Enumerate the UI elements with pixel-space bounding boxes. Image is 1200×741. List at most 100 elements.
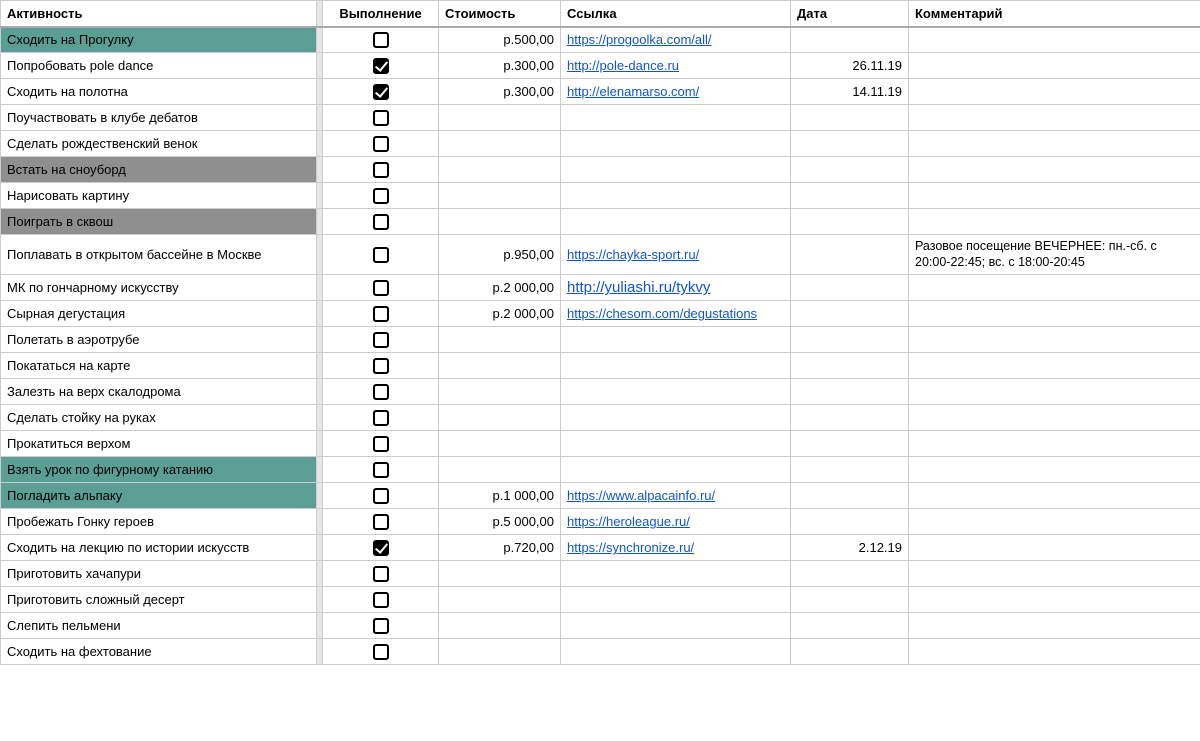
cell-done[interactable] (323, 183, 439, 209)
cell-comment[interactable] (909, 27, 1200, 53)
cell-link[interactable]: https://chayka-sport.ru/ (561, 235, 791, 275)
checkbox-unchecked-icon[interactable] (373, 280, 389, 296)
cell-done[interactable] (323, 483, 439, 509)
cell-date[interactable] (791, 613, 909, 639)
cell-link[interactable] (561, 405, 791, 431)
checkbox-unchecked-icon[interactable] (373, 488, 389, 504)
cell-done[interactable] (323, 301, 439, 327)
cell-link[interactable]: http://elenamarso.com/ (561, 79, 791, 105)
cell-comment[interactable]: Разовое посещение ВЕЧЕРНЕЕ: пн.-сб. с 20… (909, 235, 1200, 275)
cell-comment[interactable] (909, 131, 1200, 157)
cell-comment[interactable] (909, 613, 1200, 639)
cell-comment[interactable] (909, 431, 1200, 457)
cell-comment[interactable] (909, 327, 1200, 353)
cell-date[interactable] (791, 327, 909, 353)
cell-done[interactable] (323, 613, 439, 639)
checkbox-unchecked-icon[interactable] (373, 436, 389, 452)
header-activity[interactable]: Активность (1, 1, 317, 27)
cell-done[interactable] (323, 209, 439, 235)
cell-date[interactable] (791, 105, 909, 131)
cell-link[interactable] (561, 183, 791, 209)
cell-activity[interactable]: Пробежать Гонку героев (1, 509, 317, 535)
cell-comment[interactable] (909, 639, 1200, 665)
cell-link[interactable] (561, 353, 791, 379)
cell-link[interactable] (561, 157, 791, 183)
checkbox-unchecked-icon[interactable] (373, 514, 389, 530)
checkbox-unchecked-icon[interactable] (373, 110, 389, 126)
checkbox-unchecked-icon[interactable] (373, 32, 389, 48)
cell-comment[interactable] (909, 379, 1200, 405)
cell-cost[interactable]: р.2 000,00 (439, 275, 561, 301)
checkbox-unchecked-icon[interactable] (373, 618, 389, 634)
cell-link[interactable] (561, 327, 791, 353)
cell-date[interactable] (791, 379, 909, 405)
cell-cost[interactable] (439, 639, 561, 665)
checkbox-unchecked-icon[interactable] (373, 247, 389, 263)
cell-activity[interactable]: Покататься на карте (1, 353, 317, 379)
cell-done[interactable] (323, 405, 439, 431)
cell-date[interactable] (791, 457, 909, 483)
cell-cost[interactable] (439, 183, 561, 209)
cell-comment[interactable] (909, 535, 1200, 561)
cell-date[interactable] (791, 209, 909, 235)
cell-comment[interactable] (909, 79, 1200, 105)
cell-link[interactable]: https://chesom.com/degustations (561, 301, 791, 327)
cell-comment[interactable] (909, 353, 1200, 379)
checkbox-unchecked-icon[interactable] (373, 410, 389, 426)
cell-cost[interactable] (439, 613, 561, 639)
cell-activity[interactable]: Сырная дегустация (1, 301, 317, 327)
cell-comment[interactable] (909, 457, 1200, 483)
cell-cost[interactable]: р.300,00 (439, 79, 561, 105)
cell-comment[interactable] (909, 561, 1200, 587)
checkbox-unchecked-icon[interactable] (373, 358, 389, 374)
cell-comment[interactable] (909, 183, 1200, 209)
cell-activity[interactable]: Сходить на лекцию по истории искусств (1, 535, 317, 561)
cell-comment[interactable] (909, 301, 1200, 327)
cell-done[interactable] (323, 561, 439, 587)
link[interactable]: https://chesom.com/degustations (567, 306, 757, 321)
checkbox-checked-icon[interactable] (373, 58, 389, 74)
cell-cost[interactable]: р.2 000,00 (439, 301, 561, 327)
checkbox-unchecked-icon[interactable] (373, 188, 389, 204)
cell-cost[interactable] (439, 587, 561, 613)
cell-done[interactable] (323, 79, 439, 105)
checkbox-unchecked-icon[interactable] (373, 462, 389, 478)
cell-activity[interactable]: Полетать в аэротрубе (1, 327, 317, 353)
cell-date[interactable] (791, 431, 909, 457)
cell-date[interactable] (791, 639, 909, 665)
cell-date[interactable]: 26.11.19 (791, 53, 909, 79)
cell-cost[interactable] (439, 353, 561, 379)
cell-done[interactable] (323, 53, 439, 79)
cell-activity[interactable]: Сделать стойку на руках (1, 405, 317, 431)
cell-activity[interactable]: Приготовить сложный десерт (1, 587, 317, 613)
cell-cost[interactable]: р.720,00 (439, 535, 561, 561)
cell-cost[interactable]: р.1 000,00 (439, 483, 561, 509)
cell-activity[interactable]: Сходить на полотна (1, 79, 317, 105)
checkbox-unchecked-icon[interactable] (373, 592, 389, 608)
cell-cost[interactable] (439, 209, 561, 235)
checkbox-unchecked-icon[interactable] (373, 644, 389, 660)
cell-cost[interactable] (439, 561, 561, 587)
checkbox-unchecked-icon[interactable] (373, 566, 389, 582)
cell-activity[interactable]: Сходить на Прогулку (1, 27, 317, 53)
link[interactable]: https://heroleague.ru/ (567, 514, 690, 529)
cell-comment[interactable] (909, 275, 1200, 301)
cell-activity[interactable]: Сходить на фехтование (1, 639, 317, 665)
cell-comment[interactable] (909, 53, 1200, 79)
checkbox-checked-icon[interactable] (373, 84, 389, 100)
checkbox-unchecked-icon[interactable] (373, 384, 389, 400)
cell-date[interactable] (791, 183, 909, 209)
cell-date[interactable] (791, 131, 909, 157)
cell-done[interactable] (323, 275, 439, 301)
cell-link[interactable]: https://synchronize.ru/ (561, 535, 791, 561)
cell-link[interactable] (561, 587, 791, 613)
header-comment[interactable]: Комментарий (909, 1, 1200, 27)
cell-link[interactable]: https://progoolka.com/all/ (561, 27, 791, 53)
cell-comment[interactable] (909, 105, 1200, 131)
cell-activity[interactable]: Прокатиться верхом (1, 431, 317, 457)
cell-link[interactable] (561, 431, 791, 457)
cell-done[interactable] (323, 535, 439, 561)
cell-activity[interactable]: Нарисовать картину (1, 183, 317, 209)
cell-activity[interactable]: Поплавать в открытом бассейне в Москве (1, 235, 317, 275)
cell-cost[interactable] (439, 105, 561, 131)
